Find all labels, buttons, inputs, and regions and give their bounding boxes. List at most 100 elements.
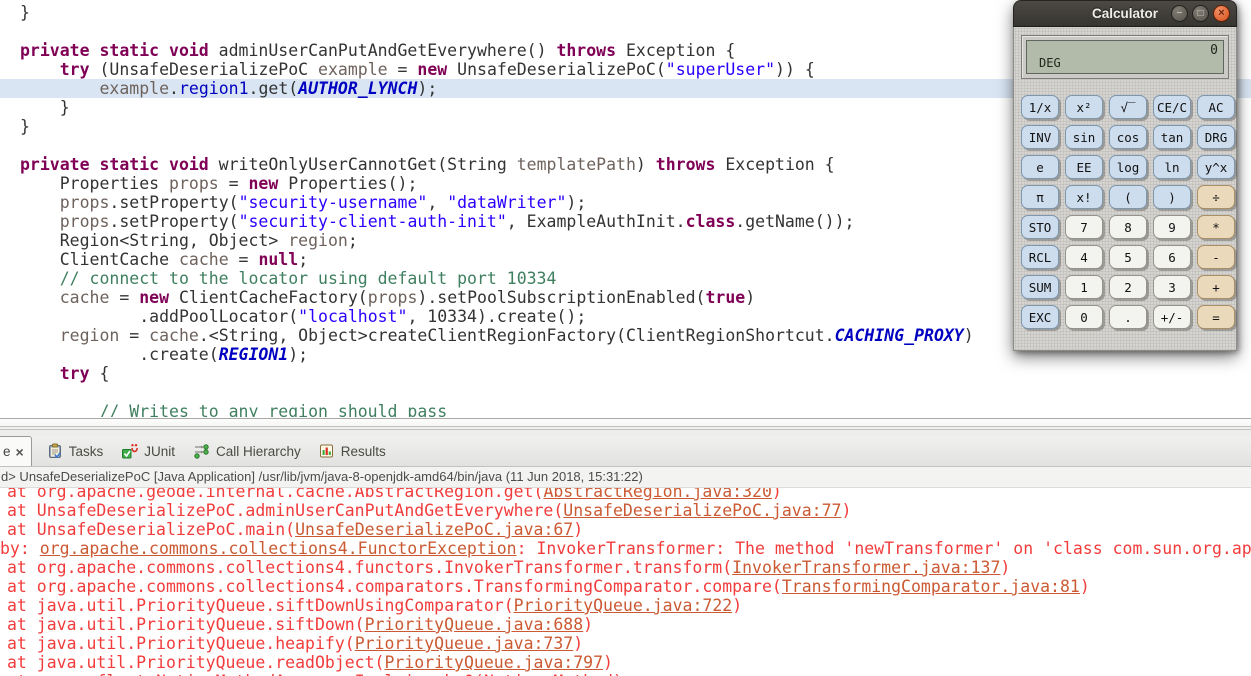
stack-trace-text: at java.util.PriorityQueue.siftDownUsing…: [7, 596, 514, 615]
code-token: .setProperty(: [109, 212, 239, 231]
tab-console-active[interactable]: e ×: [0, 436, 32, 466]
calc-key-ln[interactable]: ln: [1153, 155, 1191, 179]
close-icon[interactable]: ×: [16, 444, 24, 460]
calc-key-RCL[interactable]: RCL: [1021, 245, 1059, 269]
code-token: =: [218, 174, 249, 193]
calc-key-EXC[interactable]: EXC: [1021, 305, 1059, 329]
code-line[interactable]: try {: [0, 364, 1251, 383]
stack-trace-link[interactable]: PriorityQueue.java:797: [385, 653, 604, 672]
tab-tasks[interactable]: Tasks: [38, 436, 113, 466]
calc-key-=[interactable]: =: [1197, 305, 1235, 329]
code-token: region1: [178, 79, 249, 98]
calc-key-÷[interactable]: ÷: [1197, 185, 1235, 209]
code-token: ): [963, 326, 974, 345]
tab-label: Tasks: [68, 443, 104, 459]
calc-key-5[interactable]: 5: [1109, 245, 1147, 269]
stack-trace-text: ): [1079, 577, 1090, 596]
stack-trace-link[interactable]: UnsafeDeserializePoC.java:77: [563, 501, 841, 520]
calc-key-9[interactable]: 9: [1153, 215, 1191, 239]
calc-key-STO[interactable]: STO: [1021, 215, 1059, 239]
calc-key-log[interactable]: log: [1109, 155, 1147, 179]
code-token: {: [89, 364, 110, 383]
calc-key-x![interactable]: x!: [1065, 185, 1103, 209]
calc-key-EE[interactable]: EE: [1065, 155, 1103, 179]
calc-key-cos[interactable]: cos: [1109, 125, 1147, 149]
calc-key-π[interactable]: π: [1021, 185, 1059, 209]
stack-trace-link[interactable]: UnsafeDeserializePoC.java:67: [295, 520, 573, 539]
code-token: props: [169, 174, 219, 193]
calc-key-e[interactable]: e: [1021, 155, 1059, 179]
calc-key--[interactable]: -: [1197, 245, 1235, 269]
calc-key-1[interactable]: 1: [1065, 275, 1103, 299]
calc-key-*[interactable]: *: [1197, 215, 1235, 239]
code-token: example: [99, 79, 170, 98]
calc-key-0[interactable]: 0: [1065, 305, 1103, 329]
stack-trace-link[interactable]: PriorityQueue.java:688: [365, 615, 584, 634]
calc-key-2[interactable]: 2: [1109, 275, 1147, 299]
code-token: "security-username": [238, 193, 428, 212]
code-token: writeOnlyUserCannotGet(String: [208, 155, 517, 174]
calc-key-7[interactable]: 7: [1065, 215, 1103, 239]
minimize-button[interactable]: −: [1171, 5, 1188, 22]
calc-key-1/x[interactable]: 1/x: [1021, 95, 1059, 119]
stack-trace-link[interactable]: PriorityQueue.java:722: [514, 596, 733, 615]
code-token: );: [288, 345, 309, 364]
stack-trace-text: ): [573, 634, 584, 653]
calc-key-√‾[interactable]: √‾: [1109, 95, 1147, 119]
tab-results[interactable]: Results: [310, 436, 395, 466]
display-value: 0: [1210, 43, 1218, 58]
calc-key-x²[interactable]: x²: [1065, 95, 1103, 119]
stack-trace-link[interactable]: InvokerTransformer.java:137: [732, 558, 1000, 577]
stack-trace-text: ): [732, 596, 743, 615]
code-token: new: [139, 288, 170, 307]
console-output[interactable]: at org.apache.geode.internal.cache.Abstr…: [0, 488, 1251, 676]
code-token: =: [109, 288, 140, 307]
calc-key-sin[interactable]: sin: [1065, 125, 1103, 149]
calc-key-y^x[interactable]: y^x: [1197, 155, 1235, 179]
code-token: Properties();: [278, 174, 418, 193]
code-token: "dataWriter": [447, 193, 567, 212]
editor-console-splitter[interactable]: [0, 417, 1251, 436]
code-token: Properties: [20, 174, 170, 193]
code-line[interactable]: [0, 383, 1251, 402]
stack-trace-link[interactable]: TransformingComparator.java:81: [782, 577, 1080, 596]
window-controls: − □ ×: [1171, 5, 1230, 22]
code-token: ClientCacheFactory(: [169, 288, 368, 307]
maximize-button[interactable]: □: [1192, 5, 1209, 22]
calc-key-)[interactable]: ): [1153, 185, 1191, 209]
close-button[interactable]: ×: [1213, 5, 1230, 22]
calc-key-([interactable]: (: [1109, 185, 1147, 209]
calc-key-CE/C[interactable]: CE/C: [1153, 95, 1191, 119]
calc-key-tan[interactable]: tan: [1153, 125, 1191, 149]
calc-key-3[interactable]: 3: [1153, 275, 1191, 299]
tab-junit[interactable]: JUnit: [112, 436, 184, 466]
tab-call-hierarchy[interactable]: Call Hierarchy: [184, 436, 310, 466]
code-token: private static void: [20, 155, 209, 174]
stack-trace-link[interactable]: PriorityQueue.java:737: [355, 634, 574, 653]
stack-trace-text: at java.util.PriorityQueue.readObject(: [7, 653, 385, 672]
code-token: CACHING_PROXY: [834, 326, 964, 345]
calc-key-AC[interactable]: AC: [1197, 95, 1235, 119]
code-token: ,: [427, 193, 448, 212]
stack-trace-link[interactable]: AbstractRegion.java:320: [543, 488, 771, 501]
calculator-titlebar[interactable]: Calculator − □ ×: [1013, 0, 1237, 27]
code-token: cache: [178, 250, 229, 269]
calc-key-.[interactable]: .: [1109, 305, 1147, 329]
stack-trace-line: at UnsafeDeserializePoC.adminUserCanPutA…: [0, 501, 1251, 520]
calc-key-6[interactable]: 6: [1153, 245, 1191, 269]
code-token: new: [248, 174, 279, 193]
stack-trace-text: ): [1000, 558, 1011, 577]
calc-key-DRG[interactable]: DRG: [1197, 125, 1235, 149]
calc-key-+[interactable]: +: [1197, 275, 1235, 299]
calc-key-4[interactable]: 4: [1065, 245, 1103, 269]
calc-key-+/-[interactable]: +/-: [1153, 305, 1191, 329]
calc-key-8[interactable]: 8: [1109, 215, 1147, 239]
calc-key-INV[interactable]: INV: [1021, 125, 1059, 149]
stack-trace-line: at java.util.PriorityQueue.siftDown(Prio…: [0, 615, 1251, 634]
code-token: , ExampleAuthInit.: [506, 212, 686, 231]
calc-key-SUM[interactable]: SUM: [1021, 275, 1059, 299]
code-token: region: [59, 326, 120, 345]
stack-trace-link[interactable]: org.apache.commons.collections4.FunctorE…: [40, 539, 517, 558]
